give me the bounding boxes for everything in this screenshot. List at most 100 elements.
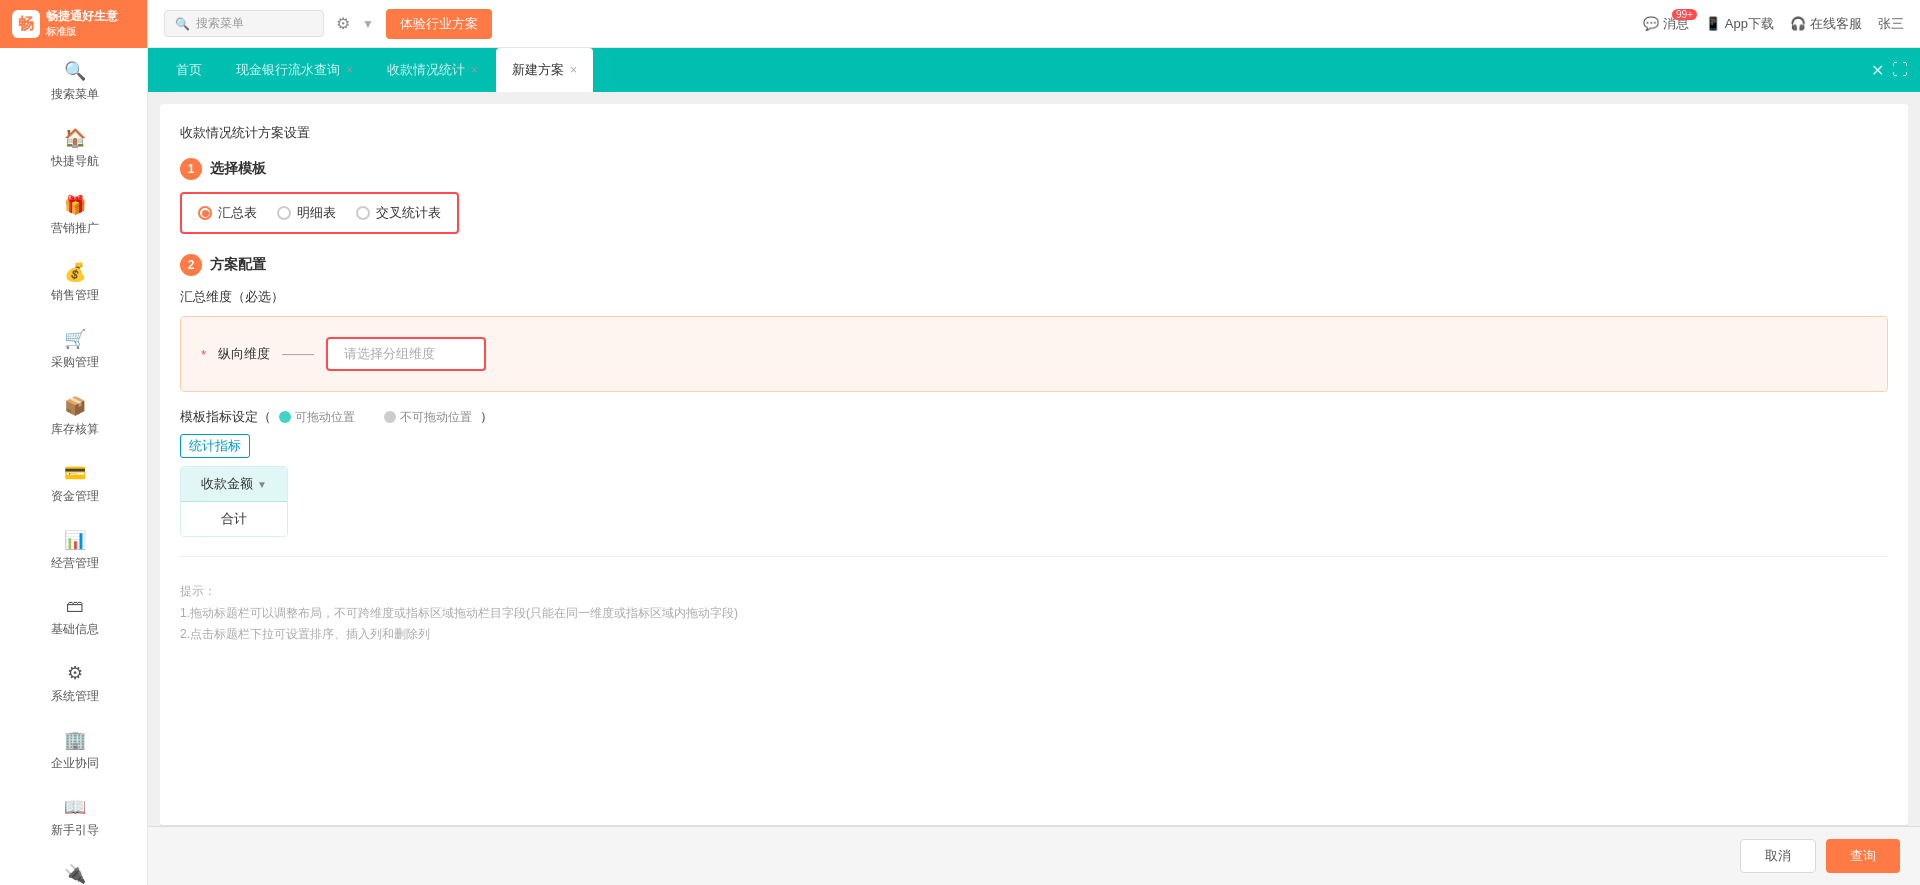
- tab-home[interactable]: 首页: [160, 48, 218, 92]
- message-button[interactable]: 💬 99+ 消息: [1643, 15, 1689, 33]
- metrics-header-text: 模板指标设定（: [180, 408, 271, 426]
- non-draggable-indicator: 不可拖动位置: [384, 409, 472, 426]
- metrics-header: 模板指标设定（ 可拖动位置 不可拖动位置 ）: [180, 408, 1888, 426]
- money-icon: 💰: [64, 261, 86, 283]
- radio-detail[interactable]: 明细表: [277, 204, 336, 222]
- sidebar-item-system[interactable]: ⚙ 系统管理: [0, 650, 147, 717]
- logo-icon: 畅: [12, 10, 40, 38]
- section1-header: 1 选择模板: [180, 158, 1888, 180]
- draggable-indicator: 可拖动位置: [279, 409, 355, 426]
- topbar-right: 💬 99+ 消息 📱 App下载 🎧 在线客服 张三: [1643, 15, 1904, 33]
- tip-2: 2.点击标题栏下拉可设置排序、插入列和删除列: [180, 624, 1888, 646]
- chevron-down-icon: ▼: [257, 479, 267, 490]
- radio-summary-circle: [198, 206, 212, 220]
- search-box[interactable]: 🔍 搜索菜单: [164, 10, 324, 37]
- tab-bank-close-icon[interactable]: ×: [346, 63, 353, 77]
- radio-summary[interactable]: 汇总表: [198, 204, 257, 222]
- online-service-label: 在线客服: [1810, 15, 1862, 33]
- tip-1: 1.拖动标题栏可以调整布局，不可跨维度或指标区域拖动栏目字段(只能在同一维度或指…: [180, 603, 1888, 625]
- template-selection-box: 汇总表 明细表 交叉统计表: [180, 192, 459, 234]
- dimension-section-label: 汇总维度（必选）: [180, 288, 1888, 306]
- radio-summary-label: 汇总表: [218, 204, 257, 222]
- search-placeholder: 搜索菜单: [196, 15, 244, 32]
- section2-label: 方案配置: [210, 256, 266, 274]
- sidebar-item-label: 采购管理: [51, 354, 99, 371]
- sidebar-item-enterprise[interactable]: 🏢 企业协同: [0, 717, 147, 784]
- radio-detail-label: 明细表: [297, 204, 336, 222]
- tab-home-label: 首页: [176, 61, 202, 79]
- box-icon: 📦: [64, 395, 86, 417]
- sidebar-logo: 畅 畅捷通好生意 标准版: [0, 0, 147, 48]
- sidebar-item-quick-nav[interactable]: 🏠 快捷导航: [0, 115, 147, 182]
- message-badge: 99+: [1672, 9, 1697, 20]
- sidebar-item-label: 库存核算: [51, 421, 99, 438]
- divider: [180, 556, 1888, 557]
- topbar-dropdown-icon[interactable]: ▼: [362, 17, 374, 31]
- book-icon: 📖: [64, 796, 86, 818]
- app-download-label: App下载: [1725, 15, 1774, 33]
- sidebar-item-label: 快捷导航: [51, 153, 99, 170]
- sidebar-item-hardware[interactable]: 🔌 智能硬件: [0, 851, 147, 885]
- sidebar-item-basic[interactable]: 🗃 基础信息: [0, 584, 147, 650]
- metrics-table: 收款金额 ▼ 合计: [180, 466, 288, 537]
- metrics-col-header[interactable]: 收款金额 ▼: [181, 467, 287, 502]
- tab-receipt[interactable]: 收款情况统计 ×: [371, 48, 494, 92]
- sidebar-item-operation[interactable]: 📊 经营管理: [0, 517, 147, 584]
- sidebar-item-label: 新手引导: [51, 822, 99, 839]
- tips-section: 提示： 1.拖动标题栏可以调整布局，不可跨维度或指标区域拖动栏目字段(只能在同一…: [180, 581, 1888, 646]
- tab-receipt-close-icon[interactable]: ×: [471, 63, 478, 77]
- section2-header: 2 方案配置: [180, 254, 1888, 276]
- dimension-select[interactable]: 请选择分组维度: [326, 337, 486, 371]
- sidebar-item-label: 营销推广: [51, 220, 99, 237]
- industry-button[interactable]: 体验行业方案: [386, 9, 492, 39]
- sidebar-item-label: 系统管理: [51, 688, 99, 705]
- non-draggable-label: 不可拖动位置: [400, 409, 472, 426]
- section1-label: 选择模板: [210, 160, 266, 178]
- query-button[interactable]: 查询: [1826, 839, 1900, 873]
- building-icon: 🏢: [64, 729, 86, 751]
- online-service-button[interactable]: 🎧 在线客服: [1790, 15, 1862, 33]
- app-download-button[interactable]: 📱 App下载: [1705, 15, 1774, 33]
- dimension-row: * 纵向维度 —— 请选择分组维度: [201, 337, 1867, 371]
- sidebar-item-purchase[interactable]: 🛒 采购管理: [0, 316, 147, 383]
- tab-bank[interactable]: 现金银行流水查询 ×: [220, 48, 369, 92]
- tabbar-actions: ✕ ⛶: [1871, 48, 1908, 92]
- tab-receipt-label: 收款情况统计: [387, 61, 465, 79]
- metrics-header-close: ）: [480, 408, 493, 426]
- arrow-icon: ——: [282, 345, 314, 363]
- home-icon: 🏠: [64, 127, 86, 149]
- sidebar-item-sales[interactable]: 💰 销售管理: [0, 249, 147, 316]
- tab-new-plan-label: 新建方案: [512, 61, 564, 79]
- close-window-icon[interactable]: ✕: [1871, 61, 1884, 80]
- section-template: 1 选择模板 汇总表 明细表 交叉统计表: [180, 158, 1888, 234]
- cancel-button[interactable]: 取消: [1740, 839, 1816, 873]
- sidebar: 畅 畅捷通好生意 标准版 🔍 搜索菜单 🏠 快捷导航 🎁 营销推广 💰 销售管理…: [0, 0, 148, 885]
- page-container: 收款情况统计方案设置 1 选择模板 汇总表 明细表: [160, 104, 1908, 825]
- tab-new-plan-close-icon[interactable]: ×: [570, 63, 577, 77]
- sidebar-item-label: 销售管理: [51, 287, 99, 304]
- draggable-dot: [279, 411, 291, 423]
- radio-detail-circle: [277, 206, 291, 220]
- sidebar-nav: 🔍 搜索菜单 🏠 快捷导航 🎁 营销推广 💰 销售管理 🛒 采购管理 📦 库存核…: [0, 48, 147, 885]
- settings-icon[interactable]: ⚙: [336, 14, 350, 33]
- vertical-dim-label: 纵向维度: [218, 345, 270, 363]
- sidebar-item-search[interactable]: 🔍 搜索菜单: [0, 48, 147, 115]
- dimension-area: * 纵向维度 —— 请选择分组维度: [180, 316, 1888, 392]
- page-title: 收款情况统计方案设置: [180, 124, 1888, 142]
- radio-cross[interactable]: 交叉统计表: [356, 204, 441, 222]
- col-header-label: 收款金额: [201, 475, 253, 493]
- topbar: 🔍 搜索菜单 ⚙ ▼ 体验行业方案 💬 99+ 消息 📱 App下载 🎧 在线客…: [148, 0, 1920, 48]
- sidebar-item-finance[interactable]: 💳 资金管理: [0, 450, 147, 517]
- sidebar-item-inventory[interactable]: 📦 库存核算: [0, 383, 147, 450]
- tab-new-plan[interactable]: 新建方案 ×: [496, 48, 593, 92]
- edition-badge: 标准版: [46, 25, 118, 39]
- user-name: 张三: [1878, 15, 1904, 33]
- main-area: 🔍 搜索菜单 ⚙ ▼ 体验行业方案 💬 99+ 消息 📱 App下载 🎧 在线客…: [148, 0, 1920, 885]
- maximize-icon[interactable]: ⛶: [1892, 61, 1908, 79]
- metrics-total-cell: 合计: [181, 502, 287, 536]
- download-icon: 📱: [1705, 16, 1721, 31]
- sidebar-item-marketing[interactable]: 🎁 营销推广: [0, 182, 147, 249]
- sidebar-item-guide[interactable]: 📖 新手引导: [0, 784, 147, 851]
- user-profile[interactable]: 张三: [1878, 15, 1904, 33]
- metrics-section: 模板指标设定（ 可拖动位置 不可拖动位置 ） 统计指标: [180, 408, 1888, 540]
